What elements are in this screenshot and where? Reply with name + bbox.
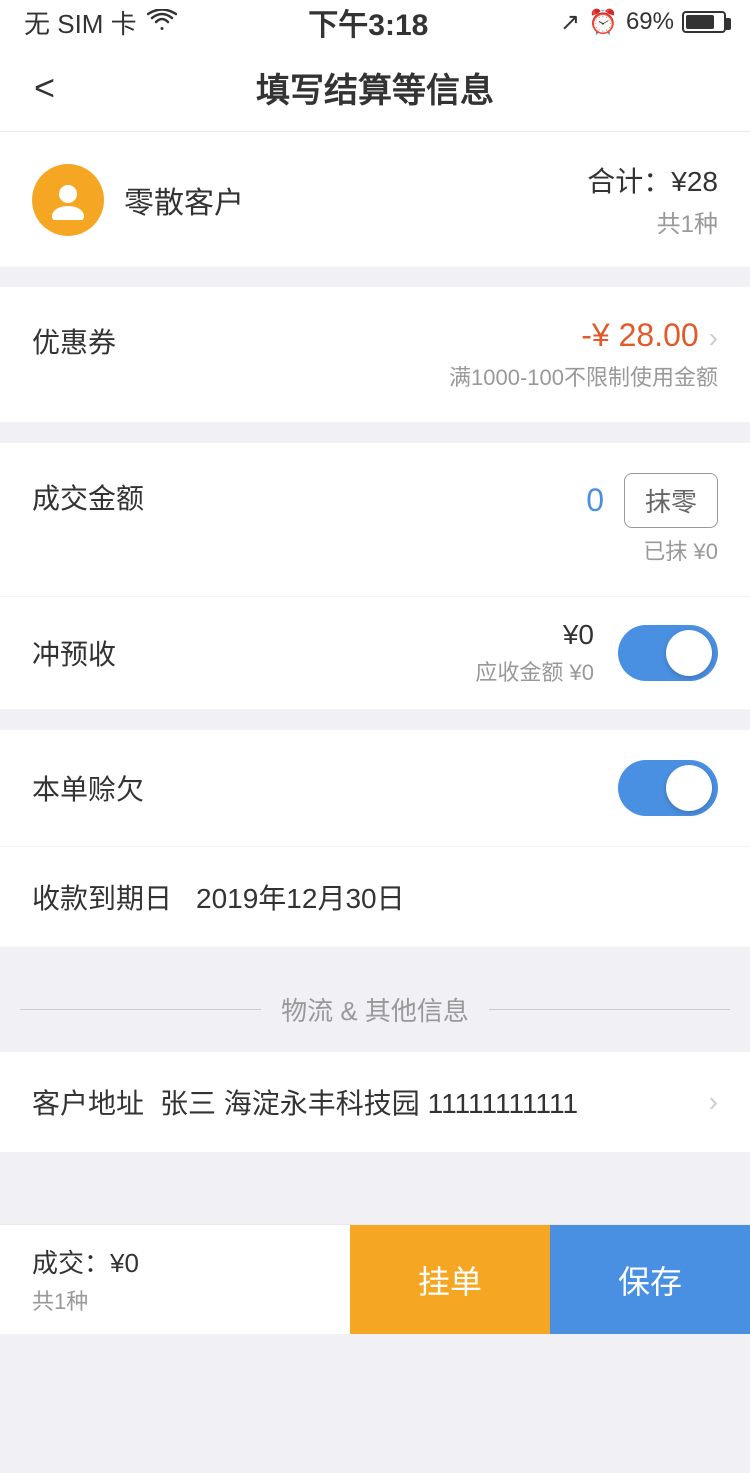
coupon-chevron: ›: [709, 318, 718, 354]
prereceive-sub: 应收金额 ¥0: [475, 655, 594, 687]
deal-amount-section: 成交金额 0 抹零 已抹 ¥0 冲预收 ¥0 应收金额 ¥0: [0, 443, 750, 710]
toggle-knob: [666, 630, 712, 676]
customer-right: 合计：¥28 共1种: [587, 160, 718, 239]
deal-amount-label: 成交金额: [32, 473, 172, 517]
bottom-bar: 成交：¥0 共1种 挂单 保存: [0, 1224, 750, 1334]
gap-4: [0, 947, 750, 967]
status-time: 下午3:18: [308, 0, 428, 44]
status-left: 无 SIM 卡: [24, 4, 177, 41]
logistics-line-right: [489, 1009, 730, 1010]
debt-toggle[interactable]: [618, 760, 718, 816]
logistics-header: 物流 & 其他信息: [0, 967, 750, 1052]
coupon-amount: -¥ 28.00: [581, 317, 698, 354]
location-icon: ↗: [560, 8, 580, 37]
bottom-count: 共1种: [32, 1284, 318, 1316]
save-button[interactable]: 保存: [550, 1225, 750, 1334]
save-button-label: 保存: [618, 1257, 682, 1303]
logistics-label: 物流 & 其他信息: [281, 991, 469, 1028]
address-section: 客户地址 张三 海淀永丰科技园 11111111111 ›: [0, 1052, 750, 1153]
customer-name: 零散客户: [124, 178, 244, 222]
status-right: ↗ ⏰ 69%: [560, 8, 726, 37]
nav-title: 填写结算等信息: [256, 63, 494, 112]
coupon-section: 优惠券 -¥ 28.00 › 满1000-100不限制使用金额: [0, 287, 750, 423]
hang-button[interactable]: 挂单: [350, 1225, 550, 1334]
coupon-label: 优惠券: [32, 317, 172, 361]
deal-amount-input[interactable]: 0: [544, 482, 604, 519]
round-button[interactable]: 抹零: [624, 473, 718, 528]
gap-2: [0, 423, 750, 443]
wifi-icon: [147, 7, 177, 38]
prereceive-row: 冲预收 ¥0 应收金额 ¥0: [0, 597, 750, 710]
avatar: [32, 164, 104, 236]
prereceive-amounts: ¥0 应收金额 ¥0: [475, 619, 594, 687]
address-chevron-icon: ›: [709, 1086, 718, 1118]
due-date-label: 收款到期日: [32, 877, 172, 917]
status-bar: 无 SIM 卡 下午3:18 ↗ ⏰ 69%: [0, 0, 750, 44]
prereceive-main: ¥0: [475, 619, 594, 651]
carrier-text: 无 SIM 卡: [24, 4, 137, 41]
customer-section: 零散客户 合计：¥28 共1种: [0, 132, 750, 267]
bottom-deal-amount: 成交：¥0: [32, 1243, 318, 1280]
deal-amount-value: 0 抹零 已抹 ¥0: [172, 473, 718, 566]
debt-row: 本单赊欠: [0, 730, 750, 846]
due-date-row: 收款到期日 2019年12月30日: [0, 847, 750, 947]
coupon-value: -¥ 28.00 › 满1000-100不限制使用金额: [172, 317, 718, 392]
bottom-deal-value: ¥0: [110, 1248, 139, 1278]
debt-toggle-knob: [666, 765, 712, 811]
alarm-icon: ⏰: [588, 8, 618, 37]
bottom-buttons: 挂单 保存: [350, 1225, 750, 1334]
deal-amount-sub: 已抹 ¥0: [172, 534, 718, 566]
due-date-value: 2019年12月30日: [196, 877, 405, 917]
debt-section: 本单赊欠 收款到期日 2019年12月30日: [0, 730, 750, 947]
bottom-deal-label: 成交：: [32, 1248, 110, 1278]
prereceive-right: ¥0 应收金额 ¥0: [475, 619, 718, 687]
total-count: 共1种: [587, 204, 718, 239]
prereceive-toggle[interactable]: [618, 625, 718, 681]
battery-icon: [682, 11, 726, 33]
debt-label: 本单赊欠: [32, 768, 144, 808]
prereceive-label: 冲预收: [32, 633, 116, 673]
address-value: 张三 海淀永丰科技园 11111111111: [160, 1082, 693, 1122]
address-label: 客户地址: [32, 1082, 144, 1122]
gap-3: [0, 710, 750, 730]
nav-bar: < 填写结算等信息: [0, 44, 750, 132]
battery-percent: 69%: [626, 8, 674, 36]
address-row[interactable]: 客户地址 张三 海淀永丰科技园 11111111111 ›: [0, 1052, 750, 1153]
deal-amount-row: 成交金额 0 抹零 已抹 ¥0: [0, 443, 750, 597]
coupon-row[interactable]: 优惠券 -¥ 28.00 › 满1000-100不限制使用金额: [0, 287, 750, 423]
customer-left: 零散客户: [32, 164, 244, 236]
bottom-summary: 成交：¥0 共1种: [0, 1243, 350, 1316]
hang-button-label: 挂单: [418, 1257, 482, 1303]
total-amount: 合计：¥28: [587, 160, 718, 200]
customer-row: 零散客户 合计：¥28 共1种: [0, 132, 750, 267]
logistics-line-left: [20, 1009, 261, 1010]
back-button[interactable]: <: [24, 57, 65, 119]
coupon-desc: 满1000-100不限制使用金额: [172, 360, 718, 392]
gap-1: [0, 267, 750, 287]
